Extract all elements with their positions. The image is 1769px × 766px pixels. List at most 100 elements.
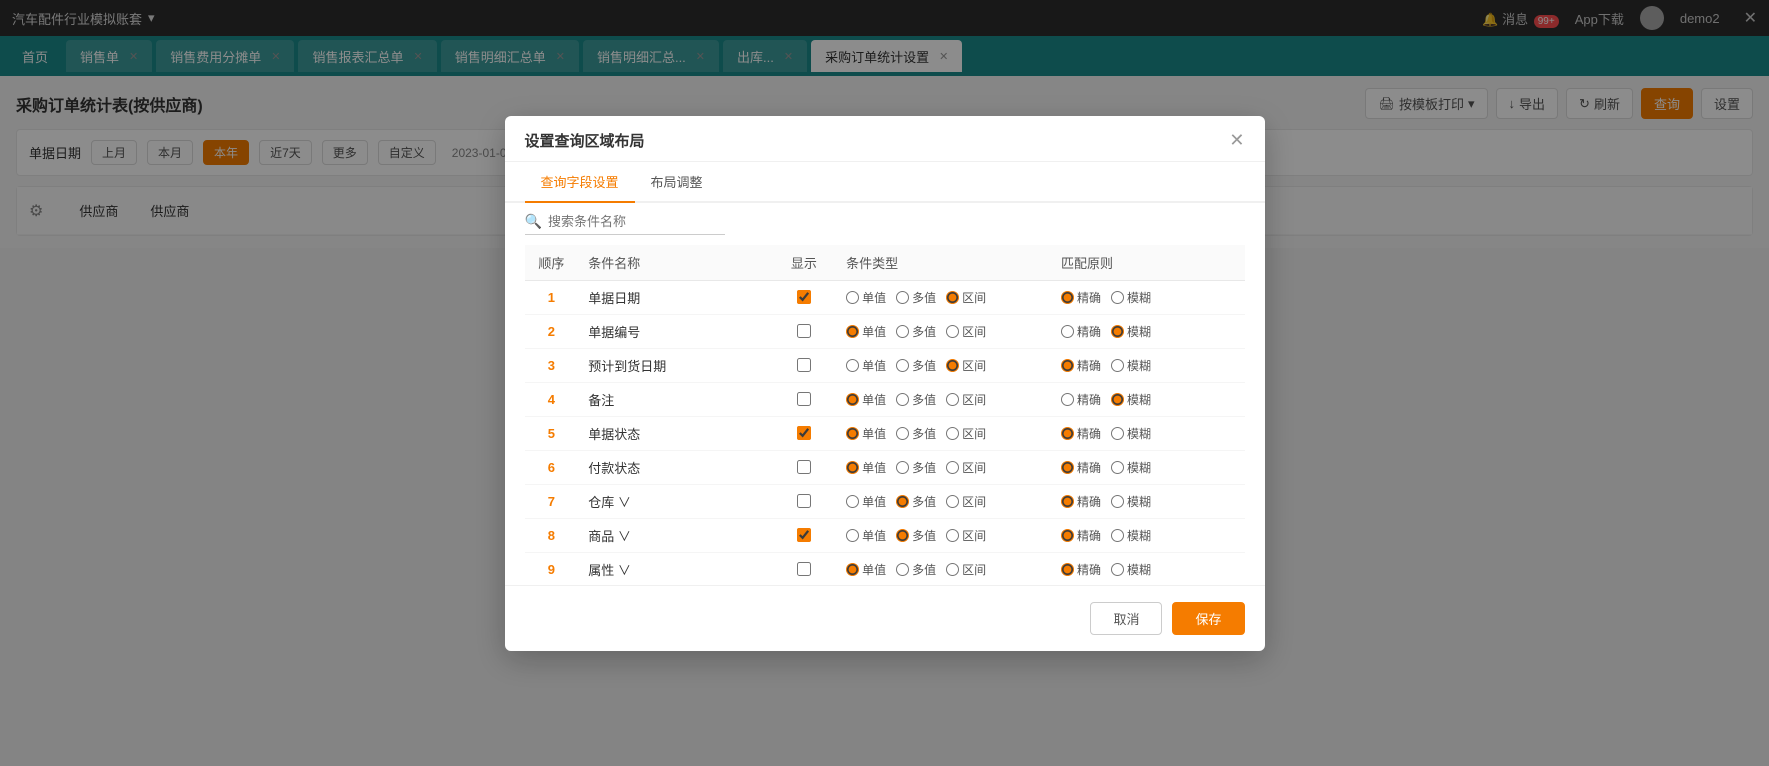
table-row: 4备注 单值多值区间 精确模糊	[525, 382, 1245, 416]
type-radio-item[interactable]: 多值	[896, 493, 936, 510]
modal-tabs: 查询字段设置 布局调整	[505, 162, 1265, 203]
type-radio-item[interactable]: 单值	[846, 425, 886, 442]
type-radio-item[interactable]: 多值	[896, 527, 936, 544]
row-order: 5	[525, 416, 579, 450]
type-radio-item[interactable]: 区间	[946, 561, 986, 578]
type-radio-item[interactable]: 单值	[846, 561, 886, 578]
table-row: 1单据日期单值多值区间精确模糊	[525, 280, 1245, 314]
row-match: 精确模糊	[1051, 484, 1244, 518]
row-order: 2	[525, 314, 579, 348]
match-radio-item[interactable]: 精确	[1061, 527, 1101, 544]
type-radio-item[interactable]: 区间	[946, 459, 986, 476]
th-name: 条件名称	[578, 245, 771, 281]
table-row: 6付款状态单值多值区间精确模糊	[525, 450, 1245, 484]
row-match: 精确模糊	[1051, 314, 1244, 348]
row-order: 6	[525, 450, 579, 484]
type-radio-item[interactable]: 多值	[896, 323, 936, 340]
th-match: 匹配原则	[1051, 245, 1244, 281]
type-radio-item[interactable]: 区间	[946, 391, 986, 408]
display-checkbox[interactable]	[797, 562, 811, 576]
row-type: 单值多值区间	[836, 416, 1051, 450]
type-radio-item[interactable]: 多值	[896, 425, 936, 442]
row-order: 4	[525, 382, 579, 416]
cancel-btn[interactable]: 取消	[1090, 602, 1162, 635]
table-row: 7仓库 ∨单值多值区间精确模糊	[525, 484, 1245, 518]
match-radio-item[interactable]: 精确	[1061, 561, 1101, 578]
row-display	[772, 382, 836, 416]
match-radio-item[interactable]: 模糊	[1111, 357, 1151, 374]
type-radio-item[interactable]: 多值	[896, 391, 936, 408]
type-radio-item[interactable]: 区间	[946, 527, 986, 544]
row-name: 单据状态	[578, 416, 771, 450]
row-type: 单值多值区间	[836, 484, 1051, 518]
type-radio-item[interactable]: 区间	[946, 289, 986, 306]
table-row: 2单据编号单值多值区间精确模糊	[525, 314, 1245, 348]
match-radio-item[interactable]: 模糊	[1111, 527, 1151, 544]
display-checkbox[interactable]	[797, 324, 811, 338]
save-btn[interactable]: 保存	[1172, 602, 1244, 635]
row-match: 精确模糊	[1051, 280, 1244, 314]
th-display: 显示	[772, 245, 836, 281]
th-type: 条件类型	[836, 245, 1051, 281]
row-type: 单值多值区间	[836, 348, 1051, 382]
display-checkbox[interactable]	[797, 460, 811, 474]
match-radio-item[interactable]: 精确	[1061, 425, 1101, 442]
match-radio-item[interactable]: 模糊	[1111, 561, 1151, 578]
row-name: 备注	[578, 382, 771, 416]
display-checkbox[interactable]	[797, 426, 811, 440]
match-radio-item[interactable]: 精确	[1061, 459, 1101, 476]
row-name: 单据编号	[578, 314, 771, 348]
table-row: 9属性 ∨单值多值区间精确模糊	[525, 552, 1245, 585]
type-radio-item[interactable]: 多值	[896, 289, 936, 306]
tab-query-fields[interactable]: 查询字段设置	[525, 162, 635, 203]
display-checkbox[interactable]	[797, 358, 811, 372]
modal-close-btn[interactable]: ✕	[1229, 130, 1244, 151]
row-match: 精确模糊	[1051, 450, 1244, 484]
type-radio-item[interactable]: 单值	[846, 357, 886, 374]
match-radio-item[interactable]: 模糊	[1111, 425, 1151, 442]
modal-search-bar: 🔍	[505, 203, 1265, 245]
match-radio-item[interactable]: 精确	[1061, 323, 1101, 340]
row-display	[772, 484, 836, 518]
search-icon: 🔍	[525, 213, 542, 230]
type-radio-item[interactable]: 单值	[846, 527, 886, 544]
row-type: 单值多值区间	[836, 280, 1051, 314]
row-order: 1	[525, 280, 579, 314]
type-radio-item[interactable]: 区间	[946, 493, 986, 510]
type-radio-item[interactable]: 多值	[896, 459, 936, 476]
match-radio-item[interactable]: 精确	[1061, 493, 1101, 510]
row-type: 单值多值区间	[836, 314, 1051, 348]
match-radio-item[interactable]: 精确	[1061, 391, 1101, 408]
match-radio-item[interactable]: 模糊	[1111, 391, 1151, 408]
type-radio-item[interactable]: 区间	[946, 425, 986, 442]
display-checkbox[interactable]	[797, 528, 811, 542]
table-row: 5单据状态单值多值区间精确模糊	[525, 416, 1245, 450]
row-display	[772, 280, 836, 314]
match-radio-item[interactable]: 精确	[1061, 289, 1101, 306]
modal-title: 设置查询区域布局	[525, 130, 645, 151]
search-input[interactable]	[548, 214, 708, 229]
type-radio-item[interactable]: 单值	[846, 391, 886, 408]
type-radio-item[interactable]: 单值	[846, 289, 886, 306]
type-radio-item[interactable]: 多值	[896, 357, 936, 374]
display-checkbox[interactable]	[797, 494, 811, 508]
modal-table-wrap: 顺序 条件名称 显示 条件类型 匹配原则 1单据日期单值多值区间精确模糊2单据编…	[505, 245, 1265, 585]
match-radio-item[interactable]: 精确	[1061, 357, 1101, 374]
type-radio-item[interactable]: 单值	[846, 493, 886, 510]
display-checkbox[interactable]	[797, 392, 811, 406]
match-radio-item[interactable]: 模糊	[1111, 493, 1151, 510]
row-display	[772, 348, 836, 382]
type-radio-item[interactable]: 单值	[846, 323, 886, 340]
type-radio-item[interactable]: 区间	[946, 323, 986, 340]
match-radio-item[interactable]: 模糊	[1111, 289, 1151, 306]
modal-header: 设置查询区域布局 ✕	[505, 116, 1265, 162]
type-radio-item[interactable]: 区间	[946, 357, 986, 374]
match-radio-item[interactable]: 模糊	[1111, 459, 1151, 476]
tab-layout-adjust[interactable]: 布局调整	[635, 162, 719, 203]
type-radio-item[interactable]: 多值	[896, 561, 936, 578]
row-match: 精确模糊	[1051, 416, 1244, 450]
type-radio-item[interactable]: 单值	[846, 459, 886, 476]
display-checkbox[interactable]	[797, 290, 811, 304]
match-radio-item[interactable]: 模糊	[1111, 323, 1151, 340]
row-name: 商品 ∨	[578, 518, 771, 552]
